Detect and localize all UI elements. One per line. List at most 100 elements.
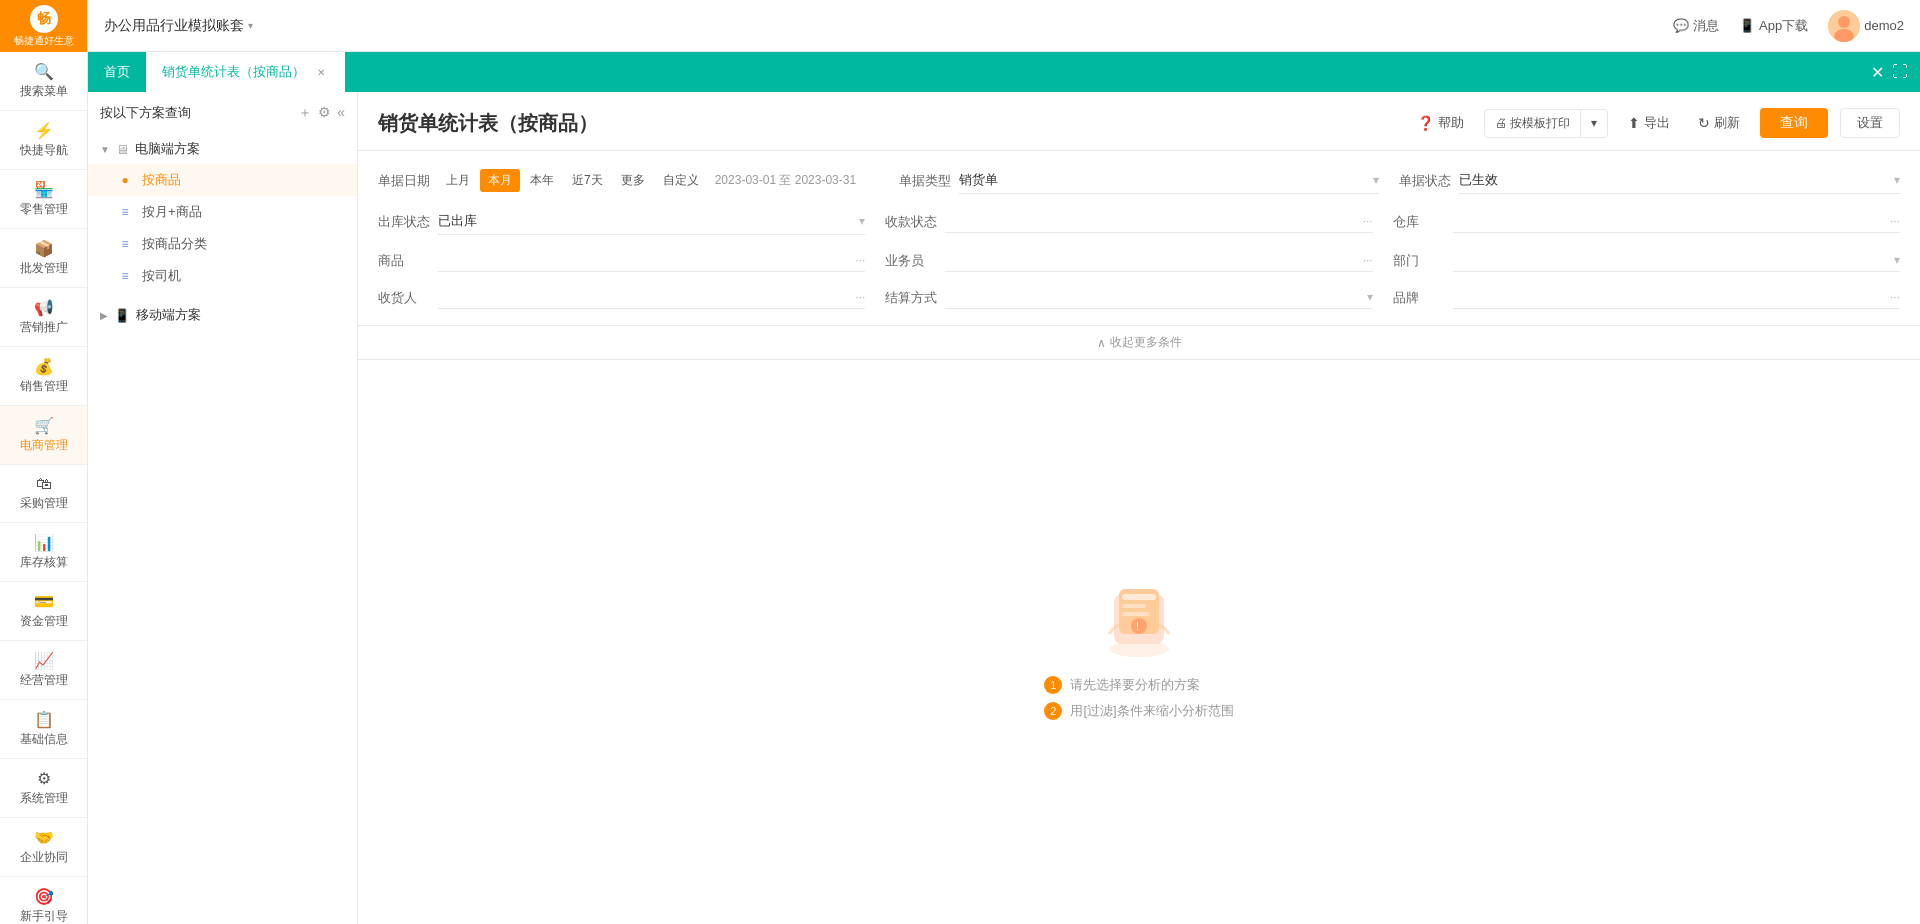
hint-num-1: 1: [1044, 676, 1062, 694]
date-tab-7days[interactable]: 近7天: [564, 169, 611, 192]
sidebar-item-marketing[interactable]: 📢 营销推广: [0, 288, 87, 347]
sidebar-item-newbie-label: 新手引导: [20, 908, 68, 924]
page-actions: ❓ 帮助 🖨 按模板打印 ▾ ⬆ 导出: [1409, 108, 1900, 138]
collapse-bar[interactable]: ∧ 收起更多条件: [358, 326, 1920, 360]
refresh-button[interactable]: ↻ 刷新: [1690, 110, 1748, 136]
panel-settings-icon[interactable]: ⚙: [318, 104, 331, 122]
print-dropdown-icon: ▾: [1591, 116, 1597, 130]
main-area: 办公用品行业模拟账套 ▾ 💬 消息 📱 App下载 de: [88, 0, 1920, 924]
out-status-dropdown-icon: ▾: [859, 214, 865, 228]
tab-close-icon[interactable]: ✕: [313, 64, 329, 80]
message-action[interactable]: 💬 消息: [1673, 17, 1719, 35]
sidebar-item-system[interactable]: ⚙ 系统管理: [0, 759, 87, 818]
doc-type-value[interactable]: 销货单 ▾: [959, 167, 1380, 194]
basic-icon: 📋: [34, 710, 54, 729]
tree-item-by-category[interactable]: ≡ 按商品分类: [88, 228, 357, 260]
department-value[interactable]: ▾: [1453, 249, 1900, 272]
sidebar-item-retail-label: 零售管理: [20, 201, 68, 218]
app-download-action[interactable]: 📱 App下载: [1739, 17, 1808, 35]
recipient-field: 收货人 ···: [378, 286, 885, 309]
product-value[interactable]: ···: [438, 249, 865, 272]
warehouse-value[interactable]: ···: [1453, 210, 1900, 233]
out-status-value[interactable]: 已出库 ▾: [438, 208, 865, 235]
print-icon: 🖨: [1495, 116, 1507, 130]
date-tab-this-year[interactable]: 本年: [522, 169, 562, 192]
date-tab-this-month[interactable]: 本月: [480, 169, 520, 192]
window-maximize-icon[interactable]: ⛶: [1892, 63, 1908, 81]
sidebar-item-ecom[interactable]: 🛒 电商管理: [0, 406, 87, 465]
sidebar-item-system-label: 系统管理: [20, 790, 68, 807]
export-label: 导出: [1644, 114, 1670, 132]
sidebar-item-wholesale-label: 批发管理: [20, 260, 68, 277]
sidebar-item-search[interactable]: 🔍 搜索菜单: [0, 52, 87, 111]
sidebar-item-inventory[interactable]: 📊 库存核算: [0, 523, 87, 582]
date-tab-last-month[interactable]: 上月: [438, 169, 478, 192]
pay-status-value[interactable]: ···: [945, 210, 1372, 233]
window-close-icon[interactable]: ✕: [1871, 63, 1884, 82]
sidebar-item-finance[interactable]: 💳 资金管理: [0, 582, 87, 641]
tab-home[interactable]: 首页: [88, 52, 146, 92]
settlement-value[interactable]: ▾: [945, 286, 1372, 309]
hint-text-1: 请先选择要分析的方案: [1070, 676, 1200, 694]
sidebar-item-newbie[interactable]: 🎯 新手引导: [0, 877, 87, 924]
app-title-dropdown-icon[interactable]: ▾: [248, 20, 253, 31]
empty-hint-2: 2 用[过滤]条件来缩小分析范围: [1044, 702, 1233, 720]
sidebar-item-wholesale[interactable]: 📦 批发管理: [0, 229, 87, 288]
tab-bar: 首页 销货单统计表（按商品） ✕ ✕ ⛶: [88, 52, 1920, 92]
help-button[interactable]: ❓ 帮助: [1409, 110, 1472, 136]
tree-section-desktop: ▼ 🖥 电脑端方案 ● 按商品 ≡ 按月+商品 ≡ 按商品分类 ≡: [88, 130, 357, 296]
sidebar-logo: 畅 畅捷通好生意: [0, 0, 88, 52]
date-filter-label: 单据日期: [378, 172, 438, 190]
user-profile[interactable]: demo2: [1828, 10, 1904, 42]
page-title: 销货单统计表（按商品）: [378, 110, 1409, 137]
recipient-value[interactable]: ···: [438, 286, 865, 309]
tab-report[interactable]: 销货单统计表（按商品） ✕: [146, 52, 345, 92]
date-tab-more[interactable]: 更多: [613, 169, 653, 192]
sidebar-item-basic-label: 基础信息: [20, 731, 68, 748]
tab-window-controls: ✕ ⛶: [1859, 63, 1920, 82]
sidebar-item-basic[interactable]: 📋 基础信息: [0, 700, 87, 759]
doc-status-value[interactable]: 已生效 ▾: [1459, 167, 1900, 194]
hint-text-2: 用[过滤]条件来缩小分析范围: [1070, 702, 1233, 720]
panel-collapse-icon[interactable]: «: [337, 104, 345, 122]
sidebar-item-purchase[interactable]: 🛍 采购管理: [0, 465, 87, 523]
header-actions: 💬 消息 📱 App下载 demo2: [1673, 10, 1904, 42]
sidebar-item-shortcut[interactable]: ⚡ 快捷导航: [0, 111, 87, 170]
print-button[interactable]: 🖨 按模板打印: [1485, 110, 1581, 137]
print-group: 🖨 按模板打印 ▾: [1484, 109, 1608, 138]
recipient-label: 收货人: [378, 289, 438, 307]
operations-icon: 📈: [34, 651, 54, 670]
sidebar-item-operations[interactable]: 📈 经营管理: [0, 641, 87, 700]
newbie-icon: 🎯: [34, 887, 54, 906]
sidebar-item-retail[interactable]: 🏪 零售管理: [0, 170, 87, 229]
print-dropdown-button[interactable]: ▾: [1581, 111, 1607, 135]
brand-value[interactable]: ···: [1453, 286, 1900, 309]
tree-item-by-product[interactable]: ● 按商品: [88, 164, 357, 196]
app-title-text: 办公用品行业模拟账套: [104, 17, 244, 35]
doc-status-field: 单据状态 已生效 ▾: [1399, 167, 1900, 194]
export-button[interactable]: ⬆ 导出: [1620, 110, 1678, 136]
warehouse-field: 仓库 ···: [1393, 210, 1900, 233]
tree-group-mobile[interactable]: ▶ 📱 移动端方案: [88, 300, 357, 330]
enterprise-icon: 🤝: [34, 828, 54, 847]
print-label: 按模板打印: [1510, 115, 1570, 132]
panel-add-icon[interactable]: ＋: [298, 104, 312, 122]
tree-item-by-machine[interactable]: ≡ 按司机: [88, 260, 357, 292]
department-dropdown-icon: ▾: [1894, 253, 1900, 267]
help-icon: ❓: [1417, 115, 1434, 131]
by-month-product-label: 按月+商品: [142, 203, 202, 221]
date-tab-custom[interactable]: 自定义: [655, 169, 707, 192]
out-status-label: 出库状态: [378, 213, 438, 231]
empty-illustration: !: [1089, 564, 1189, 664]
query-button[interactable]: 查询: [1760, 108, 1828, 138]
tree-section-mobile: ▶ 📱 移动端方案: [88, 296, 357, 334]
tree-group-desktop[interactable]: ▼ 🖥 电脑端方案: [88, 134, 357, 164]
sidebar-item-sales[interactable]: 💰 销售管理: [0, 347, 87, 406]
sidebar-item-enterprise[interactable]: 🤝 企业协同: [0, 818, 87, 877]
svg-point-9: [1131, 618, 1147, 634]
tree-group-mobile-label: 移动端方案: [136, 306, 201, 324]
salesperson-value[interactable]: ···: [945, 249, 1372, 272]
tree-item-by-month-product[interactable]: ≡ 按月+商品: [88, 196, 357, 228]
filter-row-4: 收货人 ··· 结算方式 ▾ 品牌: [378, 286, 1900, 309]
settings-button[interactable]: 设置: [1840, 108, 1900, 138]
